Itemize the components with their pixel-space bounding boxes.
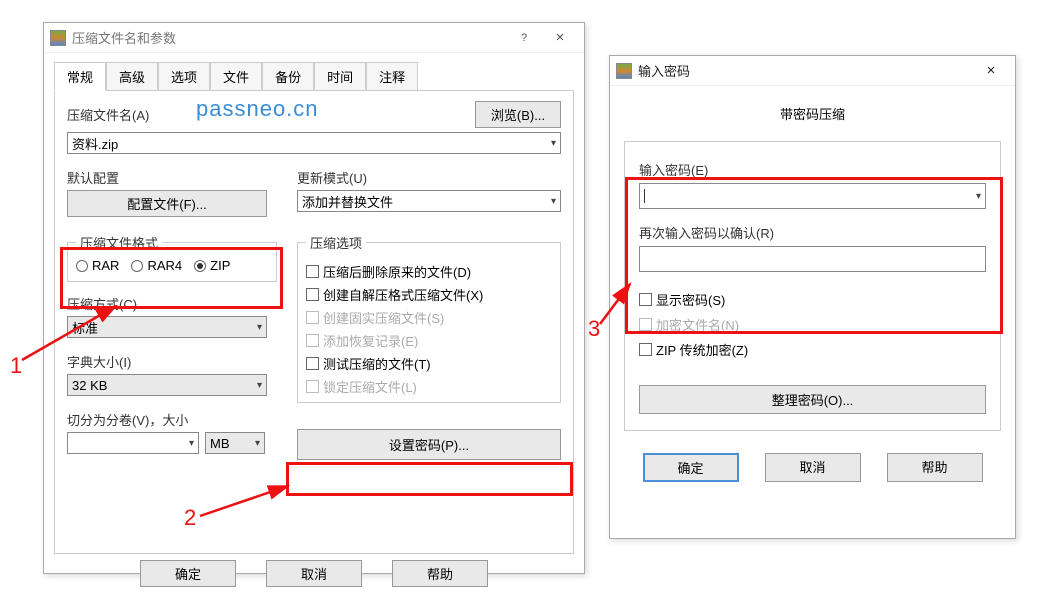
- app-icon: [616, 63, 632, 79]
- organize-passwords-button[interactable]: 整理密码(O)...: [639, 385, 986, 414]
- format-legend: 压缩文件格式: [76, 233, 162, 252]
- cancel-button[interactable]: 取消: [765, 453, 861, 482]
- tab-options[interactable]: 选项: [158, 62, 210, 91]
- method-label: 压缩方式(C): [67, 294, 277, 313]
- encrypt-names-checkbox: 加密文件名(N): [639, 315, 986, 334]
- cancel-button[interactable]: 取消: [266, 560, 362, 587]
- close-button[interactable]: ×: [542, 26, 578, 50]
- profile-label: 默认配置: [67, 168, 277, 187]
- password-group: 输入密码(E) ▾ 再次输入密码以确认(R) 显示密码(S) 加密文件名(N) …: [624, 141, 1001, 431]
- options-legend: 压缩选项: [306, 233, 366, 252]
- tab-content: 压缩文件名(A) 浏览(B)... 资料.zip ▾ 默认配置 配置文件(F).…: [54, 90, 574, 554]
- help-button[interactable]: ?: [506, 26, 542, 50]
- split-size-input[interactable]: ▾: [67, 432, 199, 454]
- enter-password-label: 输入密码(E): [639, 160, 986, 179]
- show-password-checkbox[interactable]: 显示密码(S): [639, 290, 986, 309]
- chevron-down-icon: ▾: [255, 438, 260, 449]
- opt-recovery-checkbox: 添加恢复记录(E): [306, 331, 552, 350]
- format-group: 压缩文件格式 RAR RAR4 ZIP: [67, 233, 277, 282]
- tab-backup[interactable]: 备份: [262, 62, 314, 91]
- opt-test-checkbox[interactable]: 测试压缩的文件(T): [306, 354, 552, 373]
- split-unit-select[interactable]: MB ▾: [205, 432, 265, 454]
- update-mode-value: 添加并替换文件: [302, 192, 393, 211]
- enter-password-input[interactable]: ▾: [639, 183, 986, 209]
- dialog-body: 带密码压缩 输入密码(E) ▾ 再次输入密码以确认(R) 显示密码(S) 加密文…: [610, 86, 1015, 443]
- method-value: 标准: [72, 318, 98, 337]
- dialog-title: 输入密码: [638, 61, 973, 80]
- format-rar-radio[interactable]: RAR: [76, 258, 119, 273]
- opt-lock-checkbox: 锁定压缩文件(L): [306, 377, 552, 396]
- annotation-number-3: 3: [588, 316, 600, 342]
- archive-params-dialog: 压缩文件名和参数 ? × 常规 高级 选项 文件 备份 时间 注释 压缩文件名(…: [43, 22, 585, 574]
- dict-label: 字典大小(I): [67, 352, 277, 371]
- tab-time[interactable]: 时间: [314, 62, 366, 91]
- opt-delete-checkbox[interactable]: 压缩后删除原来的文件(D): [306, 262, 552, 281]
- archive-name-input[interactable]: 资料.zip ▾: [67, 132, 561, 154]
- format-zip-radio[interactable]: ZIP: [194, 258, 230, 273]
- browse-button[interactable]: 浏览(B)...: [475, 101, 561, 128]
- split-unit-value: MB: [210, 436, 230, 451]
- dialog-title: 压缩文件名和参数: [72, 28, 506, 47]
- split-label: 切分为分卷(V)，大小: [67, 410, 277, 429]
- archive-name-label: 压缩文件名(A): [67, 105, 149, 124]
- help-button[interactable]: 帮助: [887, 453, 983, 482]
- update-mode-label: 更新模式(U): [297, 168, 561, 187]
- chevron-down-icon: ▾: [551, 196, 556, 207]
- chevron-down-icon: ▾: [551, 138, 556, 149]
- dict-value: 32 KB: [72, 378, 107, 393]
- dialog-footer: 确定 取消 帮助: [610, 443, 1015, 492]
- chevron-down-icon: ▾: [976, 191, 981, 202]
- tab-strip: 常规 高级 选项 文件 备份 时间 注释: [54, 61, 574, 90]
- format-rar4-radio[interactable]: RAR4: [131, 258, 182, 273]
- set-password-button[interactable]: 设置密码(P)...: [297, 429, 561, 460]
- opt-sfx-checkbox[interactable]: 创建自解压格式压缩文件(X): [306, 285, 552, 304]
- tab-general[interactable]: 常规: [54, 62, 106, 91]
- password-heading: 带密码压缩: [624, 104, 1001, 123]
- reenter-password-label: 再次输入密码以确认(R): [639, 223, 986, 242]
- options-group: 压缩选项 压缩后删除原来的文件(D) 创建自解压格式压缩文件(X) 创建固实压缩…: [297, 233, 561, 403]
- annotation-number-1: 1: [10, 353, 22, 379]
- dialog-footer: 确定 取消 帮助: [44, 550, 584, 597]
- dict-select[interactable]: 32 KB ▾: [67, 374, 267, 396]
- tab-files[interactable]: 文件: [210, 62, 262, 91]
- tab-advanced[interactable]: 高级: [106, 62, 158, 91]
- text-cursor: [644, 189, 645, 203]
- ok-button[interactable]: 确定: [643, 453, 739, 482]
- archive-name-value: 资料.zip: [72, 134, 118, 153]
- app-icon: [50, 30, 66, 46]
- titlebar: 输入密码 ×: [610, 56, 1015, 86]
- opt-solid-checkbox: 创建固实压缩文件(S): [306, 308, 552, 327]
- chevron-down-icon: ▾: [257, 322, 262, 333]
- chevron-down-icon: ▾: [257, 380, 262, 391]
- zip-legacy-checkbox[interactable]: ZIP 传统加密(Z): [639, 340, 986, 359]
- update-mode-select[interactable]: 添加并替换文件 ▾: [297, 190, 561, 212]
- titlebar: 压缩文件名和参数 ? ×: [44, 23, 584, 53]
- chevron-down-icon: ▾: [189, 438, 194, 449]
- ok-button[interactable]: 确定: [140, 560, 236, 587]
- close-button[interactable]: ×: [973, 59, 1009, 83]
- password-dialog: 输入密码 × 带密码压缩 输入密码(E) ▾ 再次输入密码以确认(R) 显示密码…: [609, 55, 1016, 539]
- tab-comment[interactable]: 注释: [366, 62, 418, 91]
- method-select[interactable]: 标准 ▾: [67, 316, 267, 338]
- profile-button[interactable]: 配置文件(F)...: [67, 190, 267, 217]
- reenter-password-input[interactable]: [639, 246, 986, 272]
- help-button[interactable]: 帮助: [392, 560, 488, 587]
